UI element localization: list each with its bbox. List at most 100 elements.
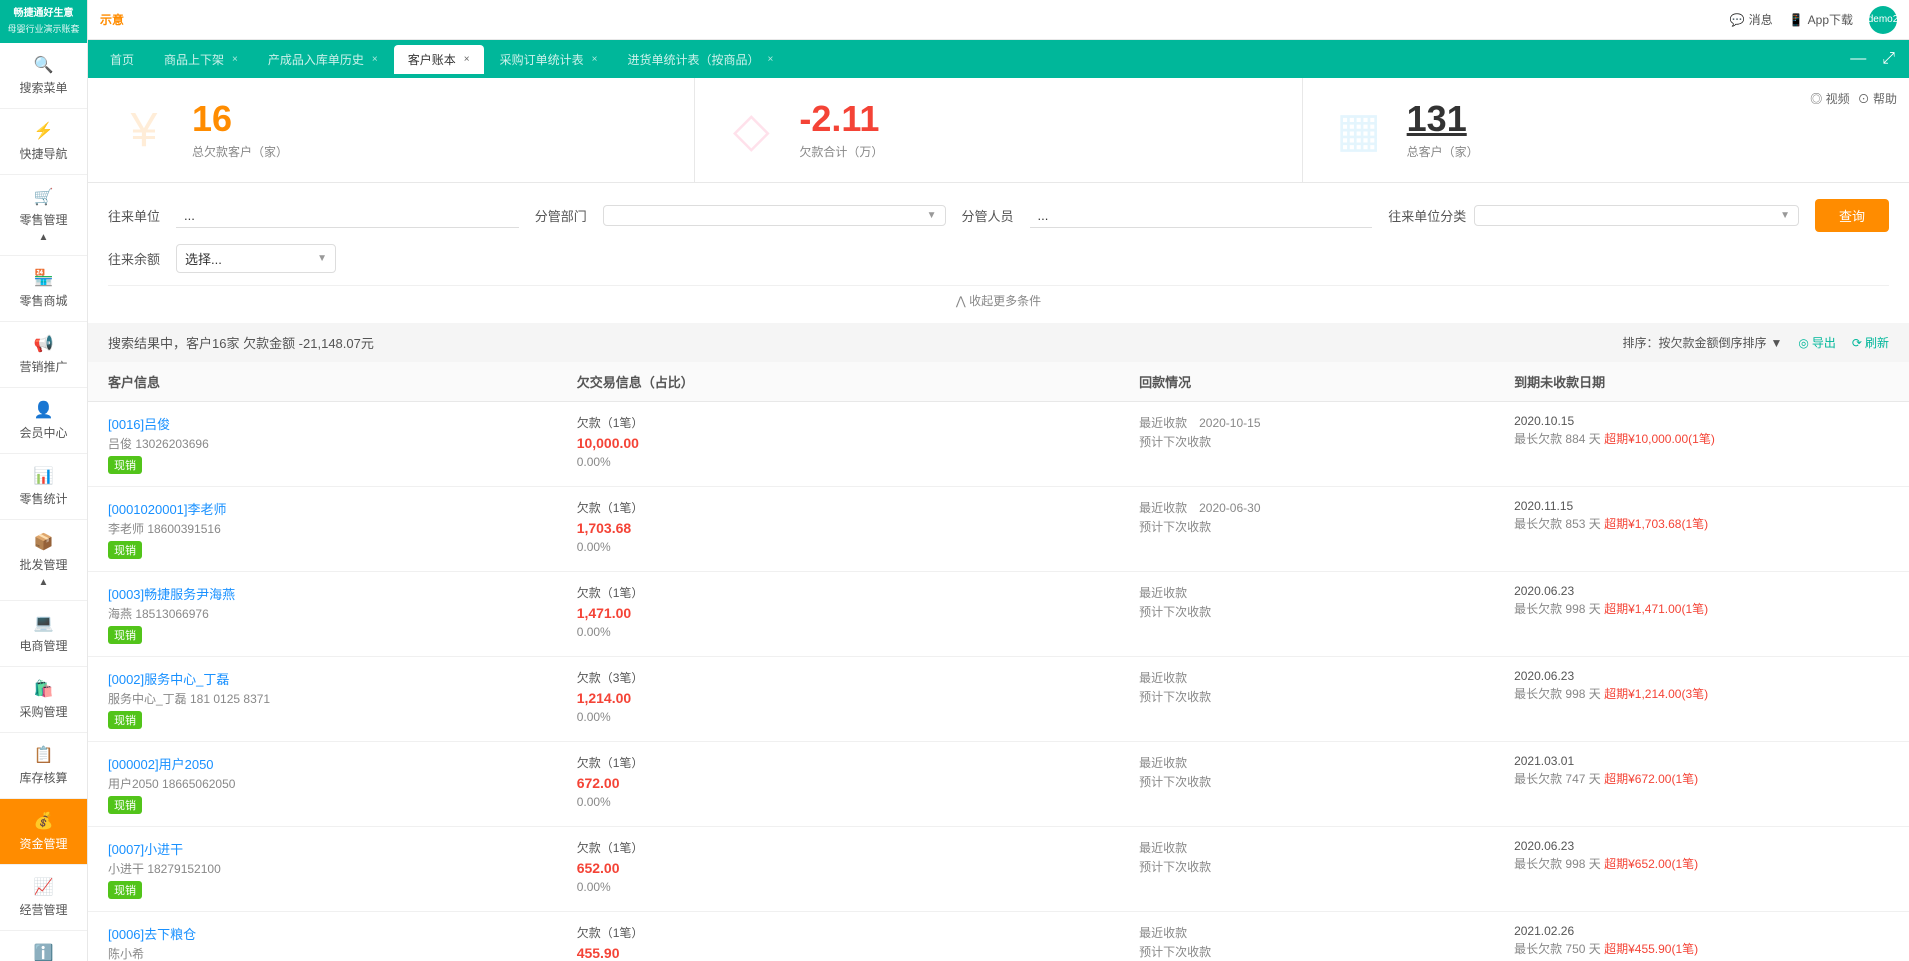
user-menu[interactable]: demo2: [1869, 6, 1897, 34]
minimize-btn[interactable]: —: [1844, 48, 1872, 70]
customer-phone: 李老师 18600391516: [108, 520, 577, 537]
table-row: [0016]吕俊 吕俊 13026203696 现销 欠款（1笔） 10,000…: [88, 402, 1909, 487]
tab-home[interactable]: 首页: [96, 45, 148, 74]
return-label: 最近收款: [1139, 584, 1514, 601]
tab-customer-account[interactable]: 客户账本 ×: [394, 45, 484, 74]
sidebar-item-零售统计[interactable]: 📊零售统计: [0, 454, 87, 520]
customer-cell: [000002]用户2050 用户2050 18665062050 现销: [108, 754, 577, 814]
overdue-link[interactable]: 超期¥672.00(1笔): [1604, 772, 1698, 786]
sidebar-item-营销推广[interactable]: 📢营销推广: [0, 322, 87, 388]
export-btn[interactable]: ◎ 导出: [1798, 334, 1836, 351]
overdue-info: 最长欠款 998 天 超期¥1,471.00(1笔): [1514, 600, 1889, 617]
sidebar-item-采购管理[interactable]: 🛍️采购管理: [0, 667, 87, 733]
filter-row-1: 往来单位 ... 分管部门 ▼ 分管人员 ...: [108, 199, 1889, 232]
filter-select-balance[interactable]: 选择... ▼: [176, 244, 336, 273]
sidebar-item-基础信息[interactable]: ℹ️基础信息: [0, 931, 87, 961]
sidebar-nav: 🔍搜索菜单⚡快捷导航🛒零售管理▲🏪零售商城📢营销推广👤会员中心📊零售统计📦批发管…: [0, 43, 87, 961]
return-next: 预计下次收款: [1139, 688, 1514, 705]
overdue-link[interactable]: 超期¥10,000.00(1笔): [1604, 432, 1715, 446]
filter-input-vendor[interactable]: ...: [176, 204, 519, 228]
customer-name-link[interactable]: [0006]去下粮仓: [108, 924, 577, 943]
sidebar-item-批发管理[interactable]: 📦批发管理▲: [0, 520, 87, 601]
close-icon[interactable]: ×: [592, 54, 598, 65]
help-link[interactable]: ⊙ 帮助: [1858, 90, 1897, 107]
return-cell: 最近收款 2020-10-15 预计下次收款: [1139, 414, 1514, 450]
table-row: [0007]小进干 小进干 18279152100 现销 欠款（1笔） 652.…: [88, 827, 1909, 912]
sidebar-item-搜索菜单[interactable]: 🔍搜索菜单: [0, 43, 87, 109]
sidebar-item-零售商城[interactable]: 🏪零售商城: [0, 256, 87, 322]
overdue-link[interactable]: 超期¥455.90(1笔): [1604, 942, 1698, 956]
due-date: 2020.06.23: [1514, 584, 1889, 598]
debt-amount[interactable]: 652.00: [577, 860, 1139, 876]
debt-amount[interactable]: 1,214.00: [577, 690, 1139, 706]
sidebar-item-库存核算[interactable]: 📋库存核算: [0, 733, 87, 799]
sidebar-icon: 🛍️: [34, 679, 54, 699]
sidebar-item-电商管理[interactable]: 💻电商管理: [0, 601, 87, 667]
filter-label-vendor: 往来单位: [108, 206, 168, 225]
collapse-bar[interactable]: ⋀ 收起更多条件: [108, 285, 1889, 315]
sidebar-item-label: 快捷导航: [19, 145, 67, 162]
customer-name-link[interactable]: [0001020001]李老师: [108, 499, 577, 518]
table-header: 客户信息 欠交易信息（占比） 回款情况 到期未收款日期: [88, 362, 1909, 402]
return-label: 最近收款: [1139, 669, 1514, 686]
search-button[interactable]: 查询: [1815, 199, 1889, 232]
customer-name-link[interactable]: [0002]服务中心_丁磊: [108, 669, 577, 688]
filter-select-balance-value: 选择...: [185, 249, 222, 268]
tab-product-listing[interactable]: 商品上下架 ×: [150, 45, 252, 74]
filter-dept: 分管部门 ▼: [535, 205, 946, 226]
filter-select-dept[interactable]: ▼: [603, 205, 946, 226]
overdue-link[interactable]: 超期¥1,703.68(1笔): [1604, 517, 1708, 531]
overdue-link[interactable]: 超期¥1,471.00(1笔): [1604, 602, 1708, 616]
tab-product-history[interactable]: 产成品入库单历史 ×: [254, 45, 392, 74]
sidebar-item-label: 营销推广: [19, 358, 67, 375]
customer-name-link[interactable]: [0007]小进干: [108, 839, 577, 858]
sidebar-item-零售管理[interactable]: 🛒零售管理▲: [0, 175, 87, 256]
filter-input-manager[interactable]: ...: [1030, 204, 1373, 228]
customer-phone: 小进干 18279152100: [108, 860, 577, 877]
export-icon: ◎: [1798, 336, 1808, 350]
chevron-down-icon-sort: ▼: [1771, 336, 1783, 350]
overdue-link[interactable]: 超期¥652.00(1笔): [1604, 857, 1698, 871]
sidebar-logo: 畅捷通好生意 母婴行业演示账套: [0, 0, 87, 43]
debt-amount[interactable]: 10,000.00: [577, 435, 1139, 451]
sidebar-icon: 🛒: [34, 187, 54, 207]
debt-amount[interactable]: 455.90: [577, 945, 1139, 961]
customer-name-link[interactable]: [0016]吕俊: [108, 414, 577, 433]
customer-table: 客户信息 欠交易信息（占比） 回款情况 到期未收款日期 [0016]吕俊 吕俊 …: [88, 362, 1909, 961]
refresh-btn[interactable]: ⟳ 刷新: [1852, 334, 1889, 351]
tab-bar: 首页 商品上下架 × 产成品入库单历史 × 客户账本 × 采购订单统计表 × 进…: [88, 40, 1909, 78]
sort-selector[interactable]: 排序：按欠款金额倒序排序 ▼: [1623, 334, 1783, 351]
date-cell: 2020.06.23 最长欠款 998 天 超期¥652.00(1笔): [1514, 839, 1889, 872]
debt-percent: 0.00%: [577, 710, 1139, 724]
close-icon[interactable]: ×: [372, 54, 378, 65]
debt-cell: 欠款（1笔） 1,703.68 0.00%: [577, 499, 1139, 554]
stat-content-1: 16 总欠款客户（家）: [192, 101, 288, 160]
message-btn[interactable]: 💬 消息: [1730, 11, 1773, 28]
customer-name-link[interactable]: [000002]用户2050: [108, 754, 577, 773]
overdue-link[interactable]: 超期¥1,214.00(3笔): [1604, 687, 1708, 701]
sidebar-item-会员中心[interactable]: 👤会员中心: [0, 388, 87, 454]
sidebar-item-快捷导航[interactable]: ⚡快捷导航: [0, 109, 87, 175]
tab-purchase-order[interactable]: 采购订单统计表 ×: [486, 45, 612, 74]
video-link[interactable]: ◎ 视频: [1810, 90, 1849, 107]
app-download-btn[interactable]: 📱 App下载: [1789, 11, 1853, 28]
return-label: 最近收款: [1139, 924, 1514, 941]
stat-content-3: 131 总客户（家）: [1407, 101, 1479, 160]
close-icon[interactable]: ×: [232, 54, 238, 65]
sidebar-item-经营管理[interactable]: 📈经营管理: [0, 865, 87, 931]
debt-amount[interactable]: 1,703.68: [577, 520, 1139, 536]
debt-amount[interactable]: 1,471.00: [577, 605, 1139, 621]
debt-count: 欠款（1笔）: [577, 499, 1139, 516]
filter-select-category[interactable]: ▼: [1474, 205, 1799, 226]
close-icon[interactable]: ×: [767, 54, 773, 65]
close-icon[interactable]: ×: [464, 54, 470, 65]
customer-name-link[interactable]: [0003]畅捷服务尹海燕: [108, 584, 577, 603]
debt-amount[interactable]: 672.00: [577, 775, 1139, 791]
sidebar-item-label: 经营管理: [19, 901, 67, 918]
return-next: 预计下次收款: [1139, 603, 1514, 620]
tab-purchase-stats[interactable]: 进货单统计表（按商品） ×: [613, 45, 787, 74]
sidebar-item-资金管理[interactable]: 💰资金管理: [0, 799, 87, 865]
table-row: [0003]畅捷服务尹海燕 海燕 18513066976 现销 欠款（1笔） 1…: [88, 572, 1909, 657]
date-cell: 2021.02.26 最长欠款 750 天 超期¥455.90(1笔): [1514, 924, 1889, 957]
maximize-btn[interactable]: ⤢: [1876, 48, 1901, 70]
